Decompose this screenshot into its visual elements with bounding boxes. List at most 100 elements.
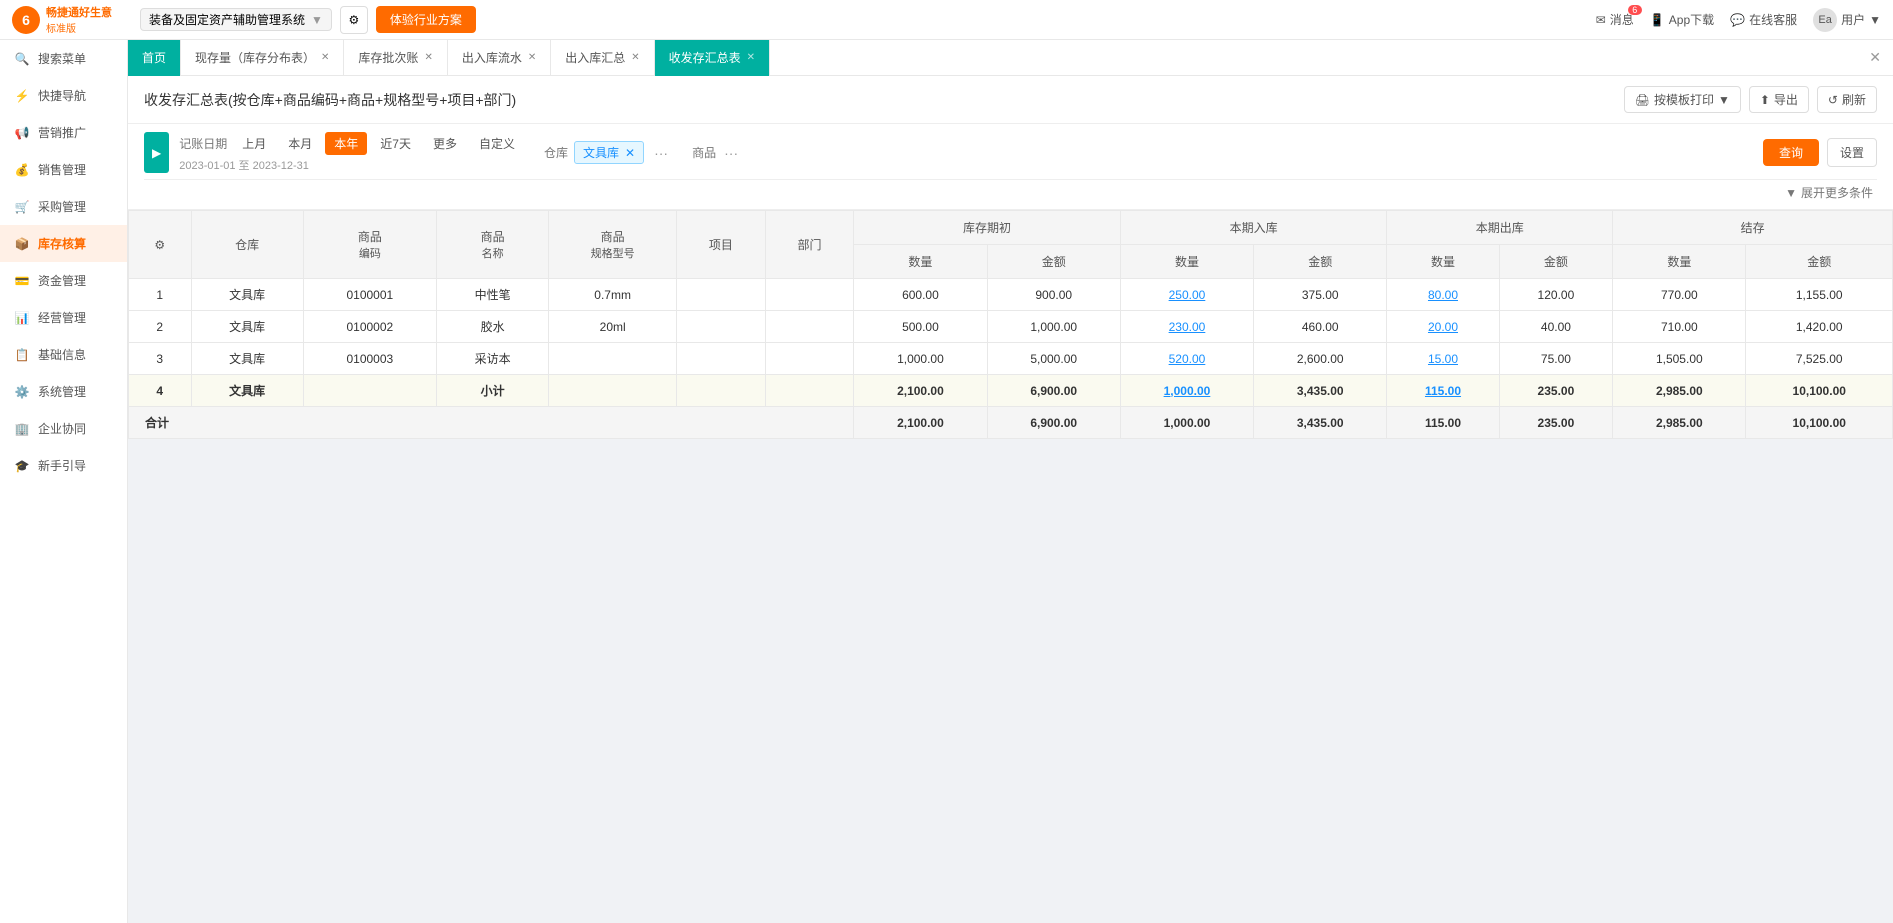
tab-close-receive-send-summary[interactable]: ✕ bbox=[747, 52, 755, 63]
table-cell-link[interactable]: 520.00 bbox=[1120, 343, 1253, 375]
table-cell: 小计 bbox=[436, 375, 548, 407]
message-button[interactable]: ✉ 消息 6 bbox=[1596, 11, 1634, 28]
table-cell-link[interactable]: 20.00 bbox=[1387, 311, 1499, 343]
table-cell: 4 bbox=[129, 375, 192, 407]
sidebar-item-operations[interactable]: 📊 经营管理 bbox=[0, 299, 127, 336]
filter-goods: 商品 ··· bbox=[692, 144, 742, 161]
refresh-button[interactable]: ↺ 刷新 bbox=[1817, 86, 1877, 113]
sidebar-item-finance[interactable]: 💳 资金管理 bbox=[0, 262, 127, 299]
date-btn-custom[interactable]: 自定义 bbox=[470, 132, 524, 155]
sidebar-item-corp[interactable]: 🏢 企业协同 bbox=[0, 410, 127, 447]
app-download-button[interactable]: 📱 App下载 bbox=[1650, 11, 1714, 28]
th-open-amt: 金额 bbox=[987, 245, 1120, 279]
filter-right-actions: 查询 设置 bbox=[1763, 138, 1877, 167]
query-button[interactable]: 查询 bbox=[1763, 139, 1819, 166]
footer-close-qty: 2,985.00 bbox=[1613, 407, 1746, 439]
table-cell: 1,155.00 bbox=[1746, 279, 1893, 311]
date-btn-7-days[interactable]: 近7天 bbox=[371, 132, 420, 155]
logo-icon: 6 bbox=[12, 6, 40, 34]
sidebar-item-sales[interactable]: 💰 销售管理 bbox=[0, 151, 127, 188]
table-row: 2文具库0100002胶水20ml500.001,000.00230.00460… bbox=[129, 311, 1893, 343]
expand-conditions-button[interactable]: ▼ 展开更多条件 bbox=[1785, 184, 1873, 201]
th-close-amt: 金额 bbox=[1746, 245, 1893, 279]
th-goods-name: 商品名称 bbox=[436, 211, 548, 279]
table-cell: 2,600.00 bbox=[1254, 343, 1387, 375]
tab-close-inout-flow[interactable]: ✕ bbox=[528, 52, 536, 63]
goods-more-button[interactable]: ··· bbox=[720, 145, 742, 161]
tab-close-inventory-distribution[interactable]: ✕ bbox=[321, 52, 329, 63]
sidebar-item-inventory[interactable]: 📦 库存核算 bbox=[0, 225, 127, 262]
table-cell bbox=[765, 343, 854, 375]
export-button[interactable]: ⬆ 导出 bbox=[1749, 86, 1809, 113]
page-header: 收发存汇总表(按仓库+商品编码+商品+规格型号+项目+部门) 🖨 按模板打印 ▼… bbox=[128, 76, 1893, 124]
filter-settings-button[interactable]: 设置 bbox=[1827, 138, 1877, 167]
tab-batch-account[interactable]: 库存批次账 ✕ bbox=[344, 40, 447, 76]
main-layout: 🔍 搜索菜单 ⚡ 快捷导航 📢 营销推广 💰 销售管理 🛒 采购管理 bbox=[0, 40, 1893, 923]
tab-bar-close-button[interactable]: ✕ bbox=[1857, 49, 1893, 66]
table-cell: 2,985.00 bbox=[1613, 375, 1746, 407]
table-row: 4文具库小计2,100.006,900.001,000.003,435.0011… bbox=[129, 375, 1893, 407]
table-settings-header[interactable]: ⚙ bbox=[129, 211, 192, 279]
print-button[interactable]: 🖨 按模板打印 ▼ bbox=[1624, 86, 1741, 113]
user-menu[interactable]: Ea 用户 ▼ bbox=[1813, 8, 1881, 32]
date-btn-this-year[interactable]: 本年 bbox=[325, 132, 367, 155]
table-cell-link[interactable]: 250.00 bbox=[1120, 279, 1253, 311]
sidebar-item-quick-nav[interactable]: ⚡ 快捷导航 bbox=[0, 77, 127, 114]
warehouse-more-button[interactable]: ··· bbox=[650, 145, 672, 161]
tab-home[interactable]: 首页 bbox=[128, 40, 181, 76]
table-cell-link[interactable]: 80.00 bbox=[1387, 279, 1499, 311]
data-table: ⚙ 仓库 商品编码 商品名称 商品规格型号 项目 部门 库存期初 本期入库 本期… bbox=[128, 210, 1893, 439]
quick-nav-icon: ⚡ bbox=[14, 88, 30, 104]
table-cell: 文具库 bbox=[191, 375, 303, 407]
date-btn-more[interactable]: 更多 bbox=[424, 132, 466, 155]
sidebar-item-guide[interactable]: 🎓 新手引导 bbox=[0, 447, 127, 484]
sidebar-item-search[interactable]: 🔍 搜索菜单 bbox=[0, 40, 127, 77]
table-cell bbox=[765, 375, 854, 407]
tab-inventory-distribution[interactable]: 现存量（库存分布表） ✕ bbox=[181, 40, 344, 76]
table-cell: 1 bbox=[129, 279, 192, 311]
warehouse-tag[interactable]: 文具库 ✕ bbox=[574, 141, 644, 164]
sidebar-item-purchase[interactable]: 🛒 采购管理 bbox=[0, 188, 127, 225]
table-cell bbox=[303, 375, 436, 407]
tab-inout-flow[interactable]: 出入库流水 ✕ bbox=[448, 40, 551, 76]
table-cell bbox=[677, 375, 766, 407]
tab-close-batch-account[interactable]: ✕ bbox=[424, 52, 432, 63]
tab-close-inout-summary[interactable]: ✕ bbox=[631, 52, 639, 63]
app-container: 6 畅捷通好生意 标准版 装备及固定资产辅助管理系统 ▼ ⚙ 体验行业方案 ✉ … bbox=[0, 0, 1893, 923]
th-department: 部门 bbox=[765, 211, 854, 279]
footer-label: 合计 bbox=[129, 407, 854, 439]
footer-open-amt: 6,900.00 bbox=[987, 407, 1120, 439]
date-btn-this-month[interactable]: 本月 bbox=[279, 132, 321, 155]
try-industry-button[interactable]: 体验行业方案 bbox=[376, 6, 476, 33]
sidebar-item-marketing[interactable]: 📢 营销推广 bbox=[0, 114, 127, 151]
filter-section: ▶ 记账日期 上月 本月 本年 近7天 更多 自定义 bbox=[128, 124, 1893, 210]
filter-date-group: 记账日期 上月 本月 本年 近7天 更多 自定义 2023-01-01 至 20… bbox=[179, 132, 524, 173]
filter-warehouse: 仓库 文具库 ✕ ··· bbox=[544, 141, 672, 164]
sidebar-item-system[interactable]: ⚙️ 系统管理 bbox=[0, 373, 127, 410]
table-cell: 中性笔 bbox=[436, 279, 548, 311]
filter-row-main: ▶ 记账日期 上月 本月 本年 近7天 更多 自定义 bbox=[144, 132, 1877, 173]
search-icon: 🔍 bbox=[14, 51, 30, 67]
sidebar-item-basic[interactable]: 📋 基础信息 bbox=[0, 336, 127, 373]
table-cell-link[interactable]: 1,000.00 bbox=[1120, 375, 1253, 407]
tab-receive-send-summary[interactable]: 收发存汇总表 ✕ bbox=[655, 40, 770, 76]
table-cell: 235.00 bbox=[1499, 375, 1613, 407]
settings-icon[interactable]: ⚙ bbox=[340, 6, 368, 34]
table-cell-link[interactable]: 230.00 bbox=[1120, 311, 1253, 343]
date-btn-last-month[interactable]: 上月 bbox=[233, 132, 275, 155]
table-cell: 0100003 bbox=[303, 343, 436, 375]
table-cell bbox=[677, 311, 766, 343]
table-cell-link[interactable]: 15.00 bbox=[1387, 343, 1499, 375]
th-goods-code: 商品编码 bbox=[303, 211, 436, 279]
sales-icon: 💰 bbox=[14, 162, 30, 178]
system-selector[interactable]: 装备及固定资产辅助管理系统 ▼ bbox=[140, 8, 332, 31]
tab-inout-summary[interactable]: 出入库汇总 ✕ bbox=[551, 40, 654, 76]
filter-toggle-button[interactable]: ▶ bbox=[144, 132, 169, 173]
inventory-icon: 📦 bbox=[14, 236, 30, 252]
warehouse-tag-remove[interactable]: ✕ bbox=[625, 146, 635, 160]
online-service-button[interactable]: 💬 在线客服 bbox=[1730, 11, 1797, 28]
table-cell bbox=[677, 279, 766, 311]
table-cell-link[interactable]: 115.00 bbox=[1387, 375, 1499, 407]
table-cell: 3 bbox=[129, 343, 192, 375]
th-close-qty: 数量 bbox=[1613, 245, 1746, 279]
